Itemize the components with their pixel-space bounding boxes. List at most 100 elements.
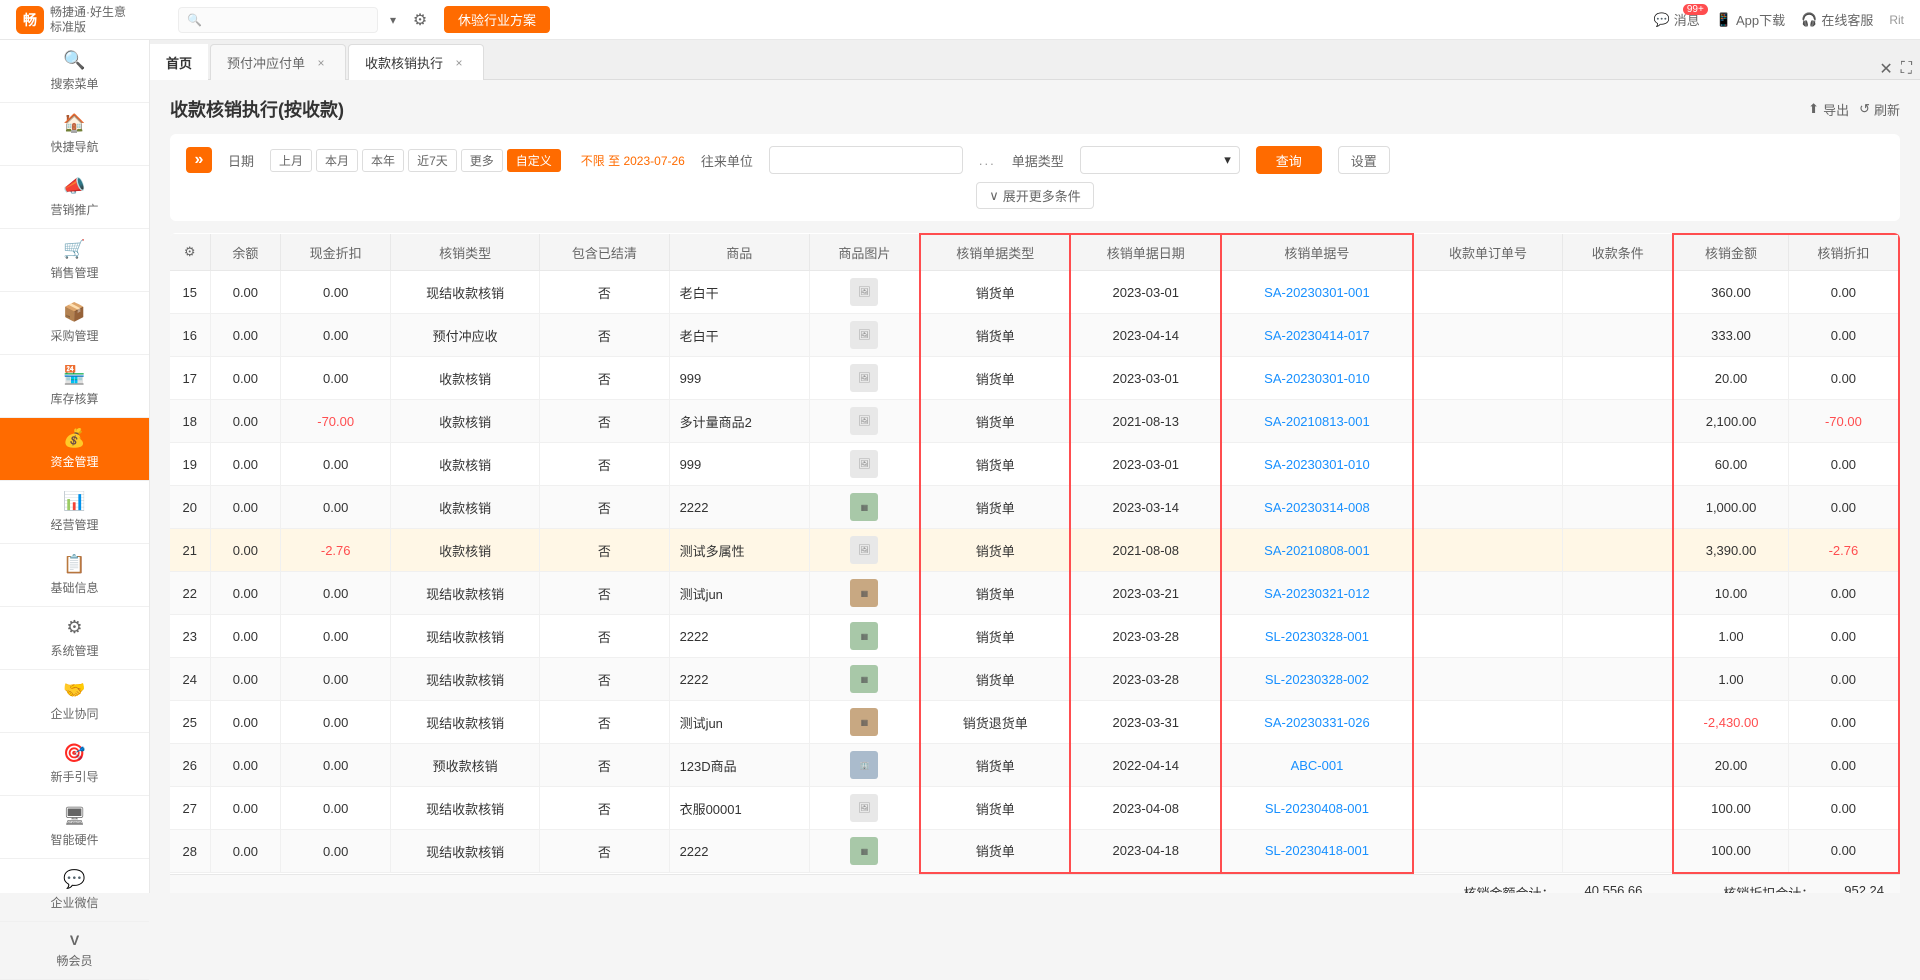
sidebar-item-finance[interactable]: 💰 资金管理 bbox=[0, 418, 149, 481]
bill-no-link[interactable]: SA-20230321-012 bbox=[1264, 586, 1370, 601]
refresh-button[interactable]: ↺ 刷新 bbox=[1859, 100, 1900, 119]
page-title: 收款核销执行(按收款) bbox=[170, 96, 344, 122]
sidebar-item-purchase[interactable]: 📦 采购管理 bbox=[0, 292, 149, 355]
sidebar-item-wechat[interactable]: 💬 企业微信 bbox=[0, 859, 149, 922]
last-7days-btn[interactable]: 近7天 bbox=[408, 149, 457, 172]
receipt-type-select[interactable]: ▾ bbox=[1080, 146, 1240, 174]
bill-no-link[interactable]: SA-20230301-001 bbox=[1264, 285, 1370, 300]
row-bill-date: 2023-03-28 bbox=[1070, 658, 1221, 701]
bill-no-link[interactable]: ABC-001 bbox=[1291, 758, 1344, 773]
filter-expand-button[interactable]: » bbox=[186, 147, 212, 173]
row-bill-no[interactable]: SA-20230414-017 bbox=[1221, 314, 1413, 357]
sidebar-item-marketing[interactable]: 📣 营销推广 bbox=[0, 166, 149, 229]
bill-no-link[interactable]: SL-20230328-002 bbox=[1265, 672, 1369, 687]
row-writeoff-amount: 10.00 bbox=[1673, 572, 1788, 615]
bill-no-link[interactable]: SL-20230328-001 bbox=[1265, 629, 1369, 644]
row-number: 18 bbox=[170, 400, 210, 443]
row-balance: 0.00 bbox=[210, 400, 281, 443]
tab-prepay[interactable]: 预付冲应付单 × bbox=[210, 44, 346, 80]
tab-fullscreen-icon[interactable]: ⛶ bbox=[1901, 60, 1912, 78]
bill-no-link[interactable]: SA-20210808-001 bbox=[1264, 543, 1370, 558]
row-bill-no[interactable]: SA-20210808-001 bbox=[1221, 529, 1413, 572]
top-search-box[interactable]: 🔍 bbox=[178, 7, 378, 33]
tab-home[interactable]: 首页 bbox=[150, 44, 208, 80]
bill-no-link[interactable]: SA-20230331-026 bbox=[1264, 715, 1370, 730]
table-header-row: ⚙ 余额 现金折扣 核销类型 包含已结清 商品 商品图片 核销单据类型 核销单据… bbox=[170, 234, 1899, 271]
row-bill-no[interactable]: SA-20230314-008 bbox=[1221, 486, 1413, 529]
tab-writeoff[interactable]: 收款核销执行 × bbox=[348, 44, 484, 80]
online-service-button[interactable]: 🎧 在线客服 bbox=[1801, 10, 1873, 29]
last-month-btn[interactable]: 上月 bbox=[270, 149, 312, 172]
row-bill-no[interactable]: SL-20230328-001 bbox=[1221, 615, 1413, 658]
goods-image: ▦ bbox=[850, 579, 878, 607]
col-goods-img-header: 商品图片 bbox=[809, 234, 920, 271]
sidebar-item-enterprise[interactable]: 🤝 企业协同 bbox=[0, 670, 149, 733]
row-number: 17 bbox=[170, 357, 210, 400]
bill-no-link[interactable]: SA-20210813-001 bbox=[1264, 414, 1370, 429]
bill-no-link[interactable]: SA-20230314-008 bbox=[1264, 500, 1370, 515]
goods-image: 🏢 bbox=[850, 751, 878, 779]
row-bill-date: 2023-03-14 bbox=[1070, 486, 1221, 529]
bill-no-link[interactable]: SA-20230301-010 bbox=[1264, 371, 1370, 386]
sidebar-item-quicknav[interactable]: 🏠 快捷导航 bbox=[0, 103, 149, 166]
dropdown-arrow[interactable]: ▾ bbox=[390, 13, 396, 27]
settings-button[interactable]: 设置 bbox=[1338, 146, 1390, 174]
row-writeoff-type: 收款核销 bbox=[391, 486, 540, 529]
row-bill-no[interactable]: SA-20230301-010 bbox=[1221, 443, 1413, 486]
footer-writeoff-discount-total: 952.24 bbox=[1844, 883, 1884, 894]
row-bill-no[interactable]: SA-20230301-010 bbox=[1221, 357, 1413, 400]
row-receipt-condition bbox=[1563, 787, 1674, 830]
sidebar-item-sales[interactable]: 🛒 销售管理 bbox=[0, 229, 149, 292]
more-options-dots[interactable]: ... bbox=[979, 153, 996, 168]
this-month-btn[interactable]: 本月 bbox=[316, 149, 358, 172]
row-bill-no[interactable]: SA-20230321-012 bbox=[1221, 572, 1413, 615]
tab-writeoff-close[interactable]: × bbox=[451, 55, 467, 71]
this-year-btn[interactable]: 本年 bbox=[362, 149, 404, 172]
settings-gear-icon[interactable]: ⚙ bbox=[408, 8, 432, 32]
more-date-btn[interactable]: 更多 bbox=[461, 149, 503, 172]
row-bill-no[interactable]: SA-20230331-026 bbox=[1221, 701, 1413, 744]
messages-button[interactable]: 💬 消息 99+ bbox=[1654, 10, 1700, 29]
row-bill-no[interactable]: SL-20230418-001 bbox=[1221, 830, 1413, 873]
sidebar-item-basics[interactable]: 📋 基础信息 bbox=[0, 544, 149, 607]
sidebar-item-newbie[interactable]: 🎯 新手引导 bbox=[0, 733, 149, 796]
row-bill-no[interactable]: SL-20230328-002 bbox=[1221, 658, 1413, 701]
sidebar-member-label: 畅会员 bbox=[56, 952, 92, 969]
row-bill-no[interactable]: ABC-001 bbox=[1221, 744, 1413, 787]
bill-no-link[interactable]: SL-20230408-001 bbox=[1265, 801, 1369, 816]
row-included-cleared: 否 bbox=[540, 443, 669, 486]
bill-no-link[interactable]: SA-20230414-017 bbox=[1264, 328, 1370, 343]
row-writeoff-amount: 3,390.00 bbox=[1673, 529, 1788, 572]
row-writeoff-discount: 0.00 bbox=[1788, 314, 1899, 357]
user-display[interactable]: Rit bbox=[1889, 13, 1904, 27]
app-download-button[interactable]: 📱 App下载 bbox=[1716, 10, 1785, 29]
sidebar-item-member[interactable]: V 畅会员 bbox=[0, 922, 149, 980]
sidebar-item-inventory[interactable]: 🏪 库存核算 bbox=[0, 355, 149, 418]
sidebar-item-operations[interactable]: 📊 经营管理 bbox=[0, 481, 149, 544]
row-bill-type: 销货单 bbox=[920, 400, 1071, 443]
tab-close-all-icon[interactable]: ✕ bbox=[1879, 59, 1892, 79]
row-writeoff-discount: 0.00 bbox=[1788, 443, 1899, 486]
row-bill-no[interactable]: SA-20230301-001 bbox=[1221, 271, 1413, 314]
sidebar-item-hardware[interactable]: 🖥 智能硬件 bbox=[0, 796, 149, 859]
refresh-label: 刷新 bbox=[1874, 100, 1900, 119]
bill-no-link[interactable]: SL-20230418-001 bbox=[1265, 843, 1369, 858]
sidebar-item-system[interactable]: ⚙ 系统管理 bbox=[0, 607, 149, 670]
col-settings-header[interactable]: ⚙ bbox=[170, 234, 210, 271]
industry-solution-button[interactable]: 休验行业方案 bbox=[444, 6, 550, 33]
row-bill-no[interactable]: SA-20210813-001 bbox=[1221, 400, 1413, 443]
logo-icon: 畅 bbox=[16, 6, 44, 34]
search-button[interactable]: 查询 bbox=[1256, 146, 1322, 174]
bill-no-link[interactable]: SA-20230301-010 bbox=[1264, 457, 1370, 472]
partner-input[interactable] bbox=[769, 146, 963, 174]
row-bill-type: 销货单 bbox=[920, 787, 1071, 830]
export-button[interactable]: ⬆ 导出 bbox=[1808, 100, 1849, 119]
tab-prepay-close[interactable]: × bbox=[313, 55, 329, 71]
col-bill-type-header: 核销单据类型 bbox=[920, 234, 1071, 271]
sidebar-item-search[interactable]: 🔍 搜索菜单 bbox=[0, 40, 149, 103]
custom-date-btn[interactable]: 自定义 bbox=[507, 149, 561, 172]
expand-more-button[interactable]: ∨ 展开更多条件 bbox=[976, 182, 1094, 209]
row-writeoff-type: 现结收款核销 bbox=[391, 572, 540, 615]
row-bill-no[interactable]: SL-20230408-001 bbox=[1221, 787, 1413, 830]
table-footer: 核销金额合计： 40,556,66... 核销折扣合计： 952.24 bbox=[170, 874, 1900, 894]
